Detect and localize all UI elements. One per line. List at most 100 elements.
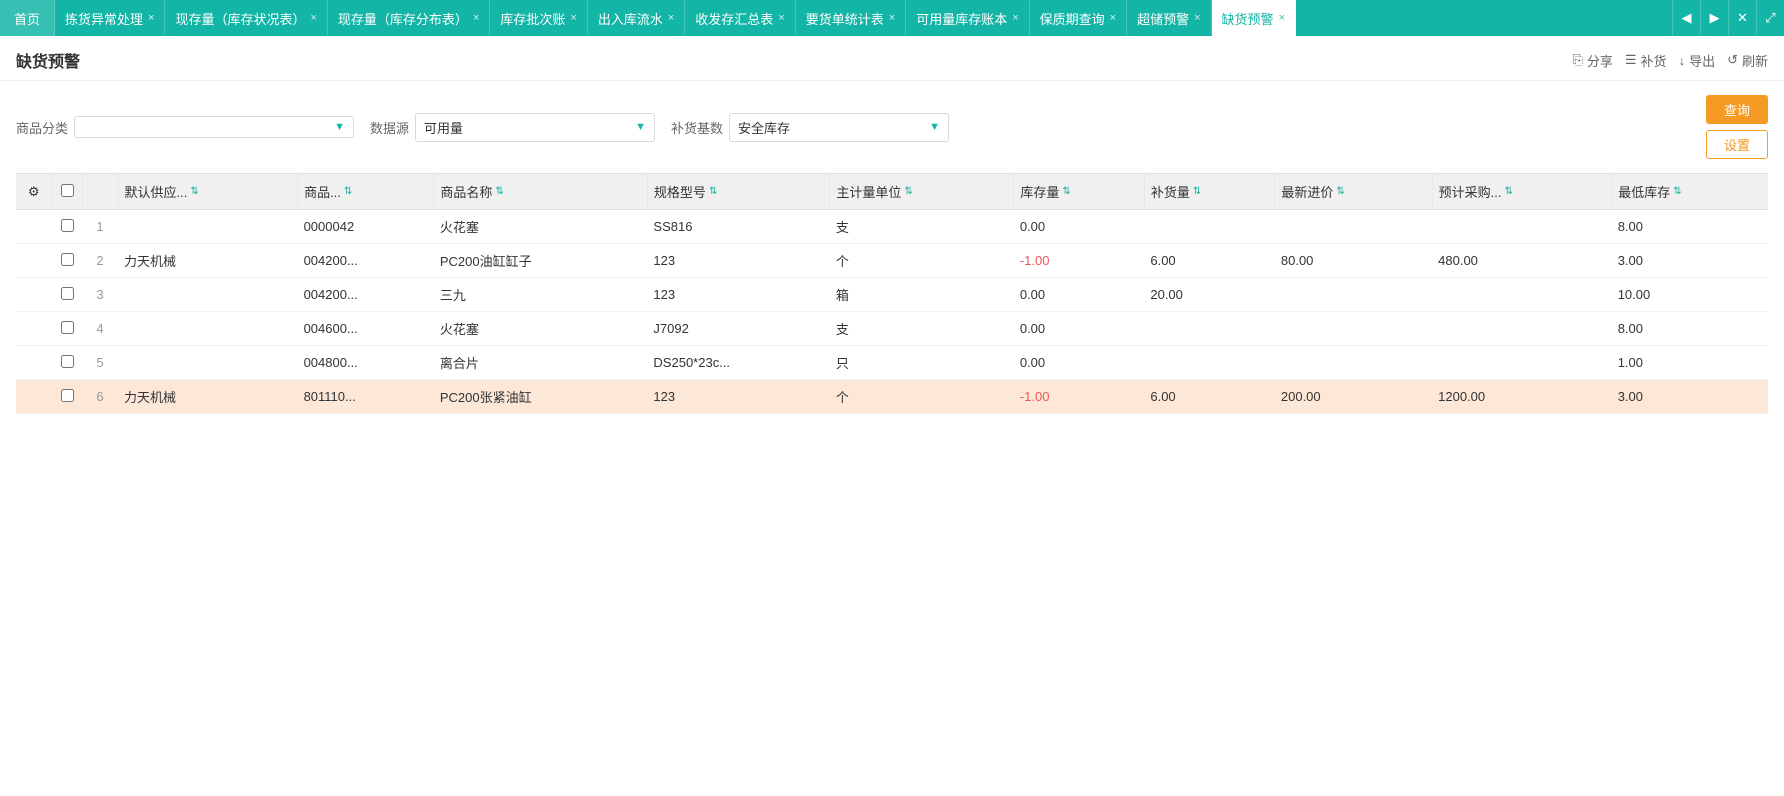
nav-tab-stock2[interactable]: 现存量（库存分布表） × xyxy=(328,0,490,36)
nav-next-button[interactable]: ▶ xyxy=(1700,0,1728,36)
replenish-label: 补货 xyxy=(1641,51,1667,70)
row-checkbox-3[interactable] xyxy=(61,321,74,334)
table-body: 1 0000042 火花塞 SS816 支 0.00 8.00 2 力天机械 0… xyxy=(16,210,1768,414)
row-checkbox-cell xyxy=(52,278,82,312)
datasource-filter-group: 数据源 可用量 ▼ xyxy=(370,113,655,142)
table-row: 5 004800... 离合片 DS250*23c... 只 0.00 1.00 xyxy=(16,346,1768,380)
row-unit: 箱 xyxy=(830,278,1014,312)
unit-sort-icon: ⇅ xyxy=(904,186,912,197)
name-sort[interactable]: 商品名称 ⇅ xyxy=(440,182,503,201)
data-table: ⚙ 默认供应... ⇅ 商品... ⇅ xyxy=(16,173,1768,414)
nav-tab-shortage-close[interactable]: × xyxy=(1279,12,1285,24)
nav-tab-home[interactable]: 首页 xyxy=(0,0,55,36)
nav-tab-overstock-close[interactable]: × xyxy=(1194,12,1200,24)
row-code: 004200... xyxy=(298,278,434,312)
setting-button[interactable]: 设置 xyxy=(1706,130,1768,159)
row-checkbox-5[interactable] xyxy=(61,389,74,402)
gear-column-header[interactable]: ⚙ xyxy=(16,174,52,210)
row-unit: 支 xyxy=(830,210,1014,244)
code-column-header[interactable]: 商品... ⇅ xyxy=(298,174,434,210)
nav-tab-batch[interactable]: 库存批次账 × xyxy=(490,0,587,36)
minstock-sort[interactable]: 最低库存 ⇅ xyxy=(1618,182,1681,201)
refresh-button[interactable]: ↺ 刷新 xyxy=(1727,51,1768,70)
name-column-header[interactable]: 商品名称 ⇅ xyxy=(434,174,648,210)
filter-bar: 商品分类 ▼ 数据源 可用量 ▼ 补货基数 安全库存 ▼ 查询 设置 xyxy=(0,81,1784,173)
row-code: 801110... xyxy=(298,380,434,414)
supplier-column-header[interactable]: 默认供应... ⇅ xyxy=(118,174,298,210)
unit-column-header[interactable]: 主计量单位 ⇅ xyxy=(830,174,1014,210)
base-select[interactable]: 安全库存 ▼ xyxy=(729,113,949,142)
nav-tab-expiry[interactable]: 保质期查询 × xyxy=(1030,0,1127,36)
nav-tab-overstock[interactable]: 超储预警 × xyxy=(1127,0,1211,36)
price-sort[interactable]: 最新进价 ⇅ xyxy=(1281,182,1344,201)
row-checkbox-cell xyxy=(52,380,82,414)
page-header: 缺货预警 ⎘ 分享 ☰ 补货 ↓ 导出 ↺ 刷新 xyxy=(0,36,1784,81)
row-forecast: 480.00 xyxy=(1432,244,1612,278)
row-checkbox-4[interactable] xyxy=(61,355,74,368)
row-name: PC200油缸缸子 xyxy=(434,244,648,278)
nav-tab-order[interactable]: 要货单统计表 × xyxy=(796,0,906,36)
replenish-sort[interactable]: 补货量 ⇅ xyxy=(1151,182,1201,201)
nav-tab-available-close[interactable]: × xyxy=(1012,12,1018,24)
nav-tab-flow[interactable]: 出入库流水 × xyxy=(588,0,685,36)
row-gear xyxy=(16,278,52,312)
code-sort[interactable]: 商品... ⇅ xyxy=(304,182,352,201)
row-supplier: 力天机械 xyxy=(118,380,298,414)
refresh-label: 刷新 xyxy=(1742,51,1768,70)
nav-tab-shortage[interactable]: 缺货预警 × xyxy=(1212,0,1296,36)
row-stock: 0.00 xyxy=(1014,346,1145,380)
page-title: 缺货预警 xyxy=(16,48,80,72)
category-select[interactable]: ▼ xyxy=(74,116,354,138)
nav-tab-stock1-close[interactable]: × xyxy=(310,12,316,24)
supplier-sort-icon: ⇅ xyxy=(190,186,198,197)
datasource-select[interactable]: 可用量 ▼ xyxy=(415,113,655,142)
nav-tab-pick[interactable]: 拣货异常处理 × xyxy=(55,0,165,36)
nav-tab-available[interactable]: 可用量库存账本 × xyxy=(906,0,1029,36)
row-unit: 个 xyxy=(830,380,1014,414)
supplier-sort[interactable]: 默认供应... ⇅ xyxy=(125,182,199,201)
select-all-checkbox[interactable] xyxy=(61,184,74,197)
export-button[interactable]: ↓ 导出 xyxy=(1679,51,1716,70)
main-content: 缺货预警 ⎘ 分享 ☰ 补货 ↓ 导出 ↺ 刷新 商品分类 xyxy=(0,36,1784,796)
row-unit: 支 xyxy=(830,312,1014,346)
datasource-value: 可用量 xyxy=(424,118,463,137)
nav-tab-flow-close[interactable]: × xyxy=(668,12,674,24)
nav-tab-stock2-close[interactable]: × xyxy=(473,12,479,24)
row-stock: 0.00 xyxy=(1014,312,1145,346)
row-minstock: 1.00 xyxy=(1612,346,1768,380)
row-unit: 个 xyxy=(830,244,1014,278)
replenish-column-header[interactable]: 补货量 ⇅ xyxy=(1144,174,1275,210)
forecast-sort-icon: ⇅ xyxy=(1504,186,1512,197)
nav-tab-pick-close[interactable]: × xyxy=(148,12,154,24)
replenish-button[interactable]: ☰ 补货 xyxy=(1625,51,1667,70)
row-code: 004800... xyxy=(298,346,434,380)
stock-sort[interactable]: 库存量 ⇅ xyxy=(1020,182,1070,201)
spec-sort[interactable]: 规格型号 ⇅ xyxy=(654,182,717,201)
nav-tab-summary[interactable]: 收发存汇总表 × xyxy=(685,0,795,36)
row-checkbox-2[interactable] xyxy=(61,287,74,300)
row-checkbox-0[interactable] xyxy=(61,219,74,232)
query-button[interactable]: 查询 xyxy=(1706,95,1768,124)
forecast-sort[interactable]: 预计采购... ⇅ xyxy=(1439,182,1513,201)
forecast-column-header[interactable]: 预计采购... ⇅ xyxy=(1432,174,1612,210)
nav-prev-button[interactable]: ◀ xyxy=(1672,0,1700,36)
nav-tab-batch-close[interactable]: × xyxy=(570,12,576,24)
spec-column-header[interactable]: 规格型号 ⇅ xyxy=(647,174,829,210)
header-actions: ⎘ 分享 ☰ 补货 ↓ 导出 ↺ 刷新 xyxy=(1572,51,1768,70)
nav-tab-order-close[interactable]: × xyxy=(889,12,895,24)
nav-tab-stock1[interactable]: 现存量（库存状况表） × xyxy=(165,0,327,36)
minstock-column-header[interactable]: 最低库存 ⇅ xyxy=(1612,174,1768,210)
nav-close-button[interactable]: ✕ xyxy=(1728,0,1756,36)
row-num: 3 xyxy=(82,278,118,312)
table-row: 6 力天机械 801110... PC200张紧油缸 123 个 -1.00 6… xyxy=(16,380,1768,414)
share-button[interactable]: ⎘ 分享 xyxy=(1572,51,1612,70)
row-checkbox-1[interactable] xyxy=(61,253,74,266)
stock-column-header[interactable]: 库存量 ⇅ xyxy=(1014,174,1145,210)
nav-tab-available-label: 可用量库存账本 xyxy=(916,9,1007,28)
nav-expand-button[interactable]: ⤢ xyxy=(1756,0,1784,36)
price-column-header[interactable]: 最新进价 ⇅ xyxy=(1275,174,1432,210)
nav-tab-summary-close[interactable]: × xyxy=(778,12,784,24)
share-icon: ⎘ xyxy=(1572,52,1582,68)
nav-tab-expiry-close[interactable]: × xyxy=(1110,12,1116,24)
unit-sort[interactable]: 主计量单位 ⇅ xyxy=(836,182,912,201)
